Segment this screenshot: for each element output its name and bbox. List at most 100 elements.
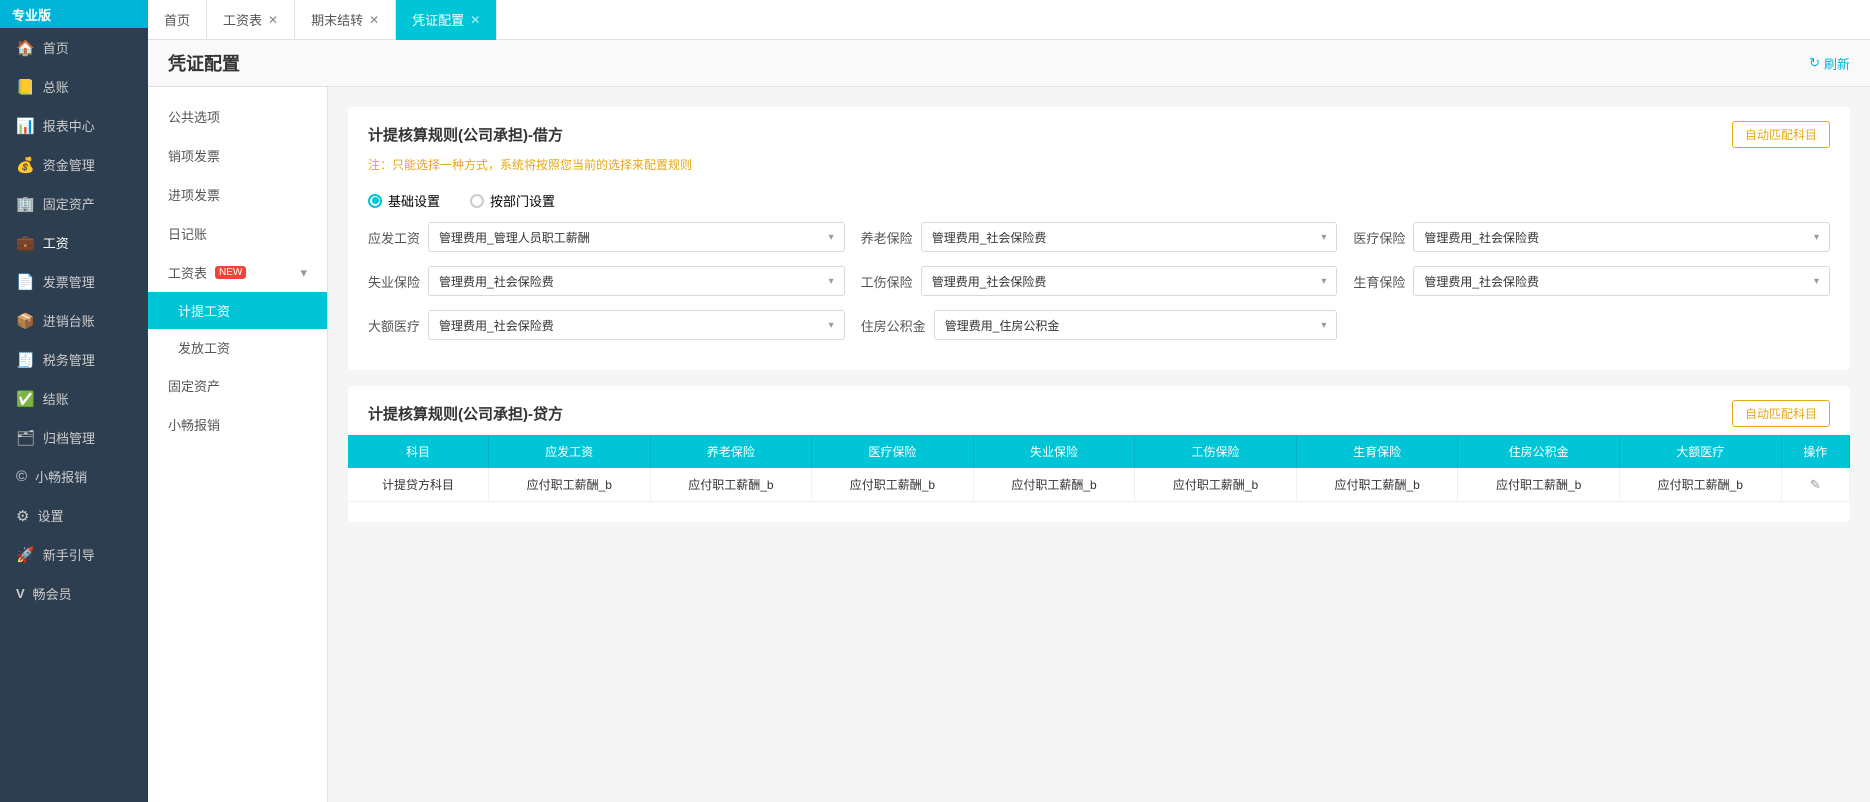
left-nav: 公共选项 销项发票 进项发票 日记账 工资表 NEW ▾ 计提工资 发放工资 <box>148 87 328 802</box>
tab-voucher-config-close[interactable]: ✕ <box>470 13 480 27</box>
sidebar-item-invoice[interactable]: 📄 发票管理 <box>0 262 148 301</box>
form-rows-debit: 应发工资 管理费用_管理人员职工薪酬 ▾ 养老保险 管理费用_社会保险费 ▾ <box>348 222 1850 370</box>
invoice-icon: 📄 <box>16 273 35 291</box>
cell-yanglao: 应付职工薪酬_b <box>650 468 812 502</box>
sidebar-item-close-account[interactable]: ✅ 结账 <box>0 379 148 418</box>
sidebar-item-xiaochang[interactable]: © 小畅报销 <box>0 457 148 496</box>
sidebar-item-vip[interactable]: V 畅会员 <box>0 574 148 613</box>
field-shengyu-value: 管理费用_社会保险费 <box>1424 273 1539 290</box>
col-header-gongjijin: 住房公积金 <box>1458 435 1620 468</box>
field-yiliao-select[interactable]: 管理费用_社会保险费 ▾ <box>1413 222 1830 252</box>
nav-journal[interactable]: 日记账 <box>148 214 327 253</box>
radio-basic-setup-label: 基础设置 <box>388 191 440 210</box>
nav-fixed-assets[interactable]: 固定资产 <box>148 366 327 405</box>
refresh-button[interactable]: ↻ 刷新 <box>1809 54 1850 73</box>
field-dae-value: 管理费用_社会保险费 <box>439 317 554 334</box>
page-header: 凭证配置 ↻ 刷新 <box>148 40 1870 87</box>
cell-action[interactable]: ✎ <box>1781 468 1849 502</box>
nav-xiaochang-expense[interactable]: 小畅报销 <box>148 405 327 444</box>
radio-dept-setup[interactable]: 按部门设置 <box>470 191 555 210</box>
nav-public[interactable]: 公共选项 <box>148 97 327 136</box>
notice-text: 注：只能选择一种方式，系统将按照您当前的选择来配置规则 <box>348 152 1850 183</box>
tab-home[interactable]: 首页 <box>148 0 207 40</box>
chevron-down-icon: ▾ <box>1321 320 1326 331</box>
field-yingfa-label: 应发工资 <box>368 228 420 247</box>
chevron-down-icon: ▾ <box>829 232 834 243</box>
field-yanglao-select[interactable]: 管理费用_社会保险费 ▾ <box>921 222 1338 252</box>
nav-purchase-invoice[interactable]: 进项发票 <box>148 175 327 214</box>
sidebar-item-reports[interactable]: 📊 报表中心 <box>0 106 148 145</box>
radio-dept-setup-circle <box>470 194 484 208</box>
chevron-down-icon: ▾ <box>1814 232 1819 243</box>
sidebar-item-archive[interactable]: 🗂 归档管理 <box>0 418 148 457</box>
sidebar-item-ledger[interactable]: 📒 总账 <box>0 67 148 106</box>
tab-salary-table[interactable]: 工资表 ✕ <box>207 0 295 40</box>
field-dae-select[interactable]: 管理费用_社会保险费 ▾ <box>428 310 845 340</box>
sidebar-item-guide[interactable]: 🚀 新手引导 <box>0 535 148 574</box>
content-area: 公共选项 销项发票 进项发票 日记账 工资表 NEW ▾ 计提工资 发放工资 <box>148 87 1870 802</box>
field-yanglao: 养老保险 管理费用_社会保险费 ▾ <box>861 222 1338 252</box>
section-debit-title: 计提核算规则(公司承担)-借方 <box>368 124 563 145</box>
auto-match-credit-button[interactable]: 自动匹配科目 <box>1732 400 1830 427</box>
field-yanglao-value: 管理费用_社会保险费 <box>932 229 1047 246</box>
cell-shengyu: 应付职工薪酬_b <box>1296 468 1458 502</box>
nav-sales-invoice[interactable]: 销项发票 <box>148 136 327 175</box>
tab-salary-table-close[interactable]: ✕ <box>268 13 278 27</box>
field-shiye-label: 失业保险 <box>368 272 420 291</box>
field-gongshang-value: 管理费用_社会保险费 <box>932 273 1047 290</box>
tab-period-close-close[interactable]: ✕ <box>369 13 379 27</box>
sidebar-item-label: 结账 <box>43 389 69 408</box>
col-header-yiliao: 医疗保险 <box>812 435 974 468</box>
sidebar-item-tax[interactable]: 🧾 税务管理 <box>0 340 148 379</box>
chevron-down-icon: ▾ <box>1321 276 1326 287</box>
field-gongjijin-select[interactable]: 管理费用_住房公积金 ▾ <box>934 310 1338 340</box>
field-shiye-select[interactable]: 管理费用_社会保险费 ▾ <box>428 266 845 296</box>
nav-journal-label: 日记账 <box>168 224 207 243</box>
field-yingfa-select[interactable]: 管理费用_管理人员职工薪酬 ▾ <box>428 222 845 252</box>
form-row-3: 大额医疗 管理费用_社会保险费 ▾ 住房公积金 管理费用_住房公积金 ▾ <box>368 310 1830 340</box>
sidebar-item-label: 固定资产 <box>43 194 95 213</box>
tab-period-close-label: 期末结转 <box>311 10 363 29</box>
main-area: 首页 工资表 ✕ 期末结转 ✕ 凭证配置 ✕ 凭证配置 ↻ 刷新 公共选项 <box>148 0 1870 802</box>
nav-xiaochang-expense-label: 小畅报销 <box>168 415 220 434</box>
col-header-dae: 大额医疗 <box>1619 435 1781 468</box>
sidebar-item-capital[interactable]: 💰 资金管理 <box>0 145 148 184</box>
nav-pay-salary[interactable]: 发放工资 <box>148 329 327 366</box>
section-credit-header: 计提核算规则(公司承担)-贷方 自动匹配科目 <box>348 386 1850 435</box>
auto-match-debit-button[interactable]: 自动匹配科目 <box>1732 121 1830 148</box>
field-shengyu-select[interactable]: 管理费用_社会保险费 ▾ <box>1413 266 1830 296</box>
radio-basic-setup[interactable]: 基础设置 <box>368 191 440 210</box>
sidebar-item-salary[interactable]: 💼 工资 <box>0 223 148 262</box>
sidebar-item-home[interactable]: 🏠 首页 <box>0 28 148 67</box>
tab-voucher-config-label: 凭证配置 <box>412 10 464 29</box>
sidebar-item-stock[interactable]: 📦 进销台账 <box>0 301 148 340</box>
form-row-2: 失业保险 管理费用_社会保险费 ▾ 工伤保险 管理费用_社会保险费 ▾ <box>368 266 1830 296</box>
sidebar-item-label: 资金管理 <box>43 155 95 174</box>
refresh-label: 刷新 <box>1824 54 1850 73</box>
field-gongshang-label: 工伤保险 <box>861 272 913 291</box>
sidebar-item-settings[interactable]: ⚙ 设置 <box>0 496 148 535</box>
cell-gongshang: 应付职工薪酬_b <box>1135 468 1297 502</box>
field-gongshang-select[interactable]: 管理费用_社会保险费 ▾ <box>921 266 1338 296</box>
field-yingfa: 应发工资 管理费用_管理人员职工薪酬 ▾ <box>368 222 845 252</box>
field-gongjijin-label: 住房公积金 <box>861 316 926 335</box>
section-credit-title: 计提核算规则(公司承担)-贷方 <box>368 403 563 424</box>
tab-voucher-config[interactable]: 凭证配置 ✕ <box>396 0 497 40</box>
nav-calc-salary[interactable]: 计提工资 <box>148 292 327 329</box>
col-header-action: 操作 <box>1781 435 1849 468</box>
tab-period-close[interactable]: 期末结转 ✕ <box>295 0 396 40</box>
sidebar-item-assets[interactable]: 🏢 固定资产 <box>0 184 148 223</box>
close-account-icon: ✅ <box>16 390 35 408</box>
sidebar-item-label: 新手引导 <box>43 545 95 564</box>
edit-icon[interactable]: ✎ <box>1810 477 1821 492</box>
field-shiye: 失业保险 管理费用_社会保险费 ▾ <box>368 266 845 296</box>
section-debit-header: 计提核算规则(公司承担)-借方 自动匹配科目 <box>348 107 1850 152</box>
nav-payroll-table[interactable]: 工资表 NEW ▾ <box>148 253 327 292</box>
col-header-subject: 科目 <box>348 435 489 468</box>
expand-icon: ▾ <box>300 265 307 281</box>
field-shengyu-label: 生育保险 <box>1353 272 1405 291</box>
col-header-shengyu: 生育保险 <box>1296 435 1458 468</box>
main-panel: 计提核算规则(公司承担)-借方 自动匹配科目 注：只能选择一种方式，系统将按照您… <box>328 87 1870 802</box>
radio-group: 基础设置 按部门设置 <box>348 183 1850 222</box>
field-gongjijin: 住房公积金 管理费用_住房公积金 ▾ <box>861 310 1338 340</box>
